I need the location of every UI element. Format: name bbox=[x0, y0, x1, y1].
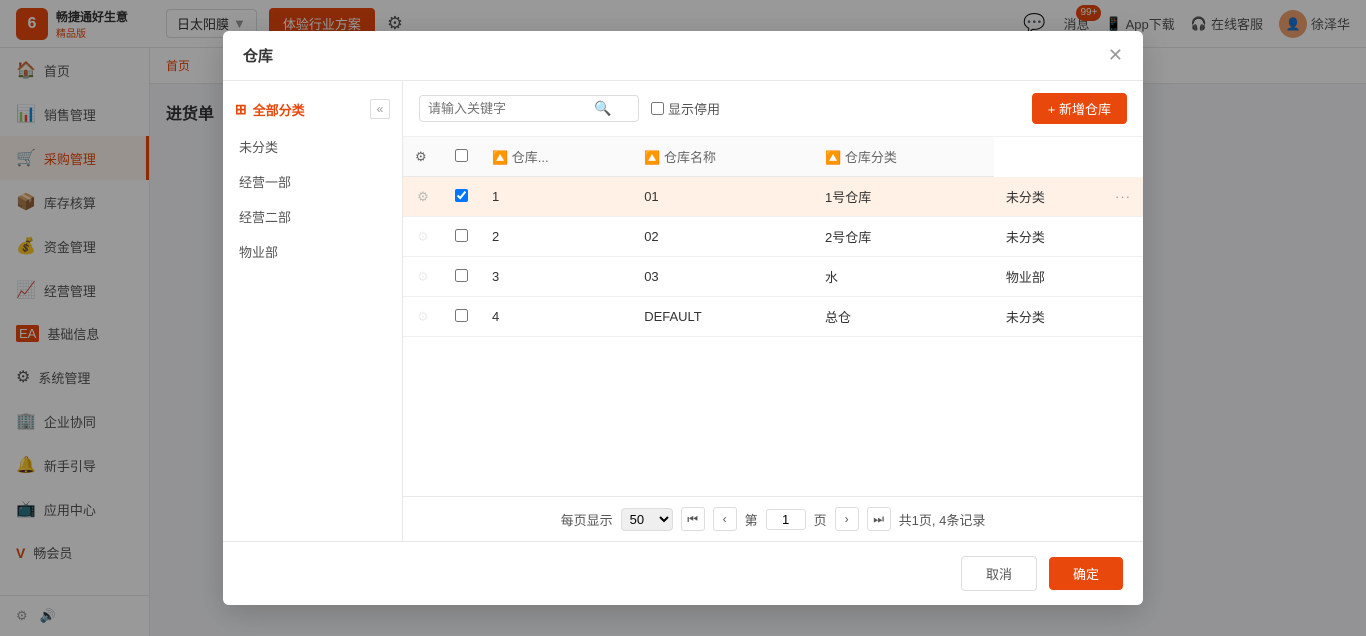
warehouse-table: ⚙ 🔼 仓库... 🔼 仓库名称 bbox=[403, 137, 1143, 337]
row-num: 3 bbox=[480, 257, 632, 297]
row-checkbox-cell[interactable] bbox=[443, 297, 480, 337]
dialog-footer: 取消 确定 bbox=[223, 541, 1143, 605]
category-all-label: 全部分类 bbox=[253, 100, 305, 119]
search-box: 🔍 bbox=[419, 95, 639, 122]
row-settings[interactable]: ⚙ bbox=[403, 177, 443, 217]
th-name[interactable]: 🔼 仓库名称 bbox=[632, 137, 813, 177]
th-settings: ⚙ bbox=[403, 137, 443, 177]
per-page-select[interactable]: 50 100 bbox=[621, 508, 673, 531]
row-name: 水 bbox=[813, 257, 994, 297]
row-code: 01 bbox=[632, 177, 813, 217]
table-scroll: ⚙ 🔼 仓库... 🔼 仓库名称 bbox=[403, 137, 1143, 496]
total-label: 共1页, 4条记录 bbox=[899, 510, 986, 529]
table-row[interactable]: ⚙ 2 02 2号仓库 未分类 bbox=[403, 217, 1143, 257]
search-icon: 🔍 bbox=[594, 100, 611, 117]
table-header-row: ⚙ 🔼 仓库... 🔼 仓库名称 bbox=[403, 137, 1143, 177]
page-word: 第 bbox=[745, 510, 758, 529]
last-page-btn[interactable]: ⏭ bbox=[867, 507, 891, 531]
row-category: 未分类 bbox=[994, 297, 1143, 337]
row-category: 未分类 ··· bbox=[994, 177, 1143, 217]
select-all-checkbox[interactable] bbox=[455, 149, 468, 162]
th-category[interactable]: 🔼 仓库分类 bbox=[813, 137, 994, 177]
search-input[interactable] bbox=[428, 101, 588, 116]
cancel-btn[interactable]: 取消 bbox=[961, 556, 1037, 591]
row-settings[interactable]: ⚙ bbox=[403, 297, 443, 337]
confirm-btn[interactable]: 确定 bbox=[1049, 557, 1123, 590]
dialog-overlay[interactable]: 仓库 ✕ ⊞ 全部分类 « 未分类 经营一部 经营二部 物业部 bbox=[0, 0, 1366, 636]
category-item-operations1[interactable]: 经营一部 bbox=[223, 164, 402, 199]
dialog-title: 仓库 bbox=[243, 45, 273, 66]
category-item-operations2[interactable]: 经营二部 bbox=[223, 199, 402, 234]
table-row[interactable]: ⚙ 3 03 水 物业部 bbox=[403, 257, 1143, 297]
category-panel: ⊞ 全部分类 « 未分类 经营一部 经营二部 物业部 bbox=[223, 81, 403, 541]
row-checkbox-cell[interactable] bbox=[443, 217, 480, 257]
page-label: 页 bbox=[814, 510, 827, 529]
row-select-checkbox[interactable] bbox=[455, 189, 468, 202]
warehouse-dialog: 仓库 ✕ ⊞ 全部分类 « 未分类 经营一部 经营二部 物业部 bbox=[223, 31, 1143, 605]
row-code: 03 bbox=[632, 257, 813, 297]
row-select-checkbox[interactable] bbox=[455, 269, 468, 282]
grid-icon: ⊞ bbox=[235, 101, 247, 118]
add-warehouse-btn[interactable]: + 新增仓库 bbox=[1032, 93, 1127, 124]
next-page-btn[interactable]: › bbox=[835, 507, 859, 531]
prev-page-btn[interactable]: ‹ bbox=[713, 507, 737, 531]
row-code: DEFAULT bbox=[632, 297, 813, 337]
row-name: 1号仓库 bbox=[813, 177, 994, 217]
per-page-label: 每页显示 bbox=[561, 510, 613, 529]
dialog-header: 仓库 ✕ bbox=[223, 31, 1143, 81]
row-checkbox-cell[interactable] bbox=[443, 177, 480, 217]
row-num: 4 bbox=[480, 297, 632, 337]
table-row[interactable]: ⚙ 1 01 1号仓库 未分类 ··· bbox=[403, 177, 1143, 217]
row-more-btn[interactable]: ··· bbox=[1115, 189, 1131, 204]
dialog-close-btn[interactable]: ✕ bbox=[1108, 45, 1123, 66]
row-category: 物业部 bbox=[994, 257, 1143, 297]
pagination-bar: 每页显示 50 100 ⏮ ‹ 第 页 › ⏭ 共1页, 4条记录 bbox=[403, 496, 1143, 541]
row-checkbox-cell[interactable] bbox=[443, 257, 480, 297]
row-num: 1 bbox=[480, 177, 632, 217]
row-name: 总仓 bbox=[813, 297, 994, 337]
category-item-property[interactable]: 物业部 bbox=[223, 234, 402, 269]
row-settings[interactable]: ⚙ bbox=[403, 257, 443, 297]
category-all[interactable]: ⊞ 全部分类 bbox=[235, 100, 305, 119]
row-category: 未分类 bbox=[994, 217, 1143, 257]
collapse-btn[interactable]: « bbox=[370, 99, 390, 119]
th-checkbox bbox=[443, 137, 480, 177]
category-item-unclassified[interactable]: 未分类 bbox=[223, 129, 402, 164]
table-toolbar: 🔍 显示停用 + 新增仓库 bbox=[403, 81, 1143, 137]
show-disabled-label[interactable]: 显示停用 bbox=[651, 99, 720, 118]
table-panel: 🔍 显示停用 + 新增仓库 ⚙ bbox=[403, 81, 1143, 541]
row-select-checkbox[interactable] bbox=[455, 229, 468, 242]
row-num: 2 bbox=[480, 217, 632, 257]
row-name: 2号仓库 bbox=[813, 217, 994, 257]
row-select-checkbox[interactable] bbox=[455, 309, 468, 322]
category-header: ⊞ 全部分类 « bbox=[223, 93, 402, 129]
row-settings[interactable]: ⚙ bbox=[403, 217, 443, 257]
th-code[interactable]: 🔼 仓库... bbox=[480, 137, 632, 177]
dialog-body: ⊞ 全部分类 « 未分类 经营一部 经营二部 物业部 🔍 bbox=[223, 81, 1143, 541]
first-page-btn[interactable]: ⏮ bbox=[681, 507, 705, 531]
show-disabled-checkbox[interactable] bbox=[651, 102, 664, 115]
page-number-input[interactable] bbox=[766, 509, 806, 530]
row-code: 02 bbox=[632, 217, 813, 257]
table-row[interactable]: ⚙ 4 DEFAULT 总仓 未分类 bbox=[403, 297, 1143, 337]
